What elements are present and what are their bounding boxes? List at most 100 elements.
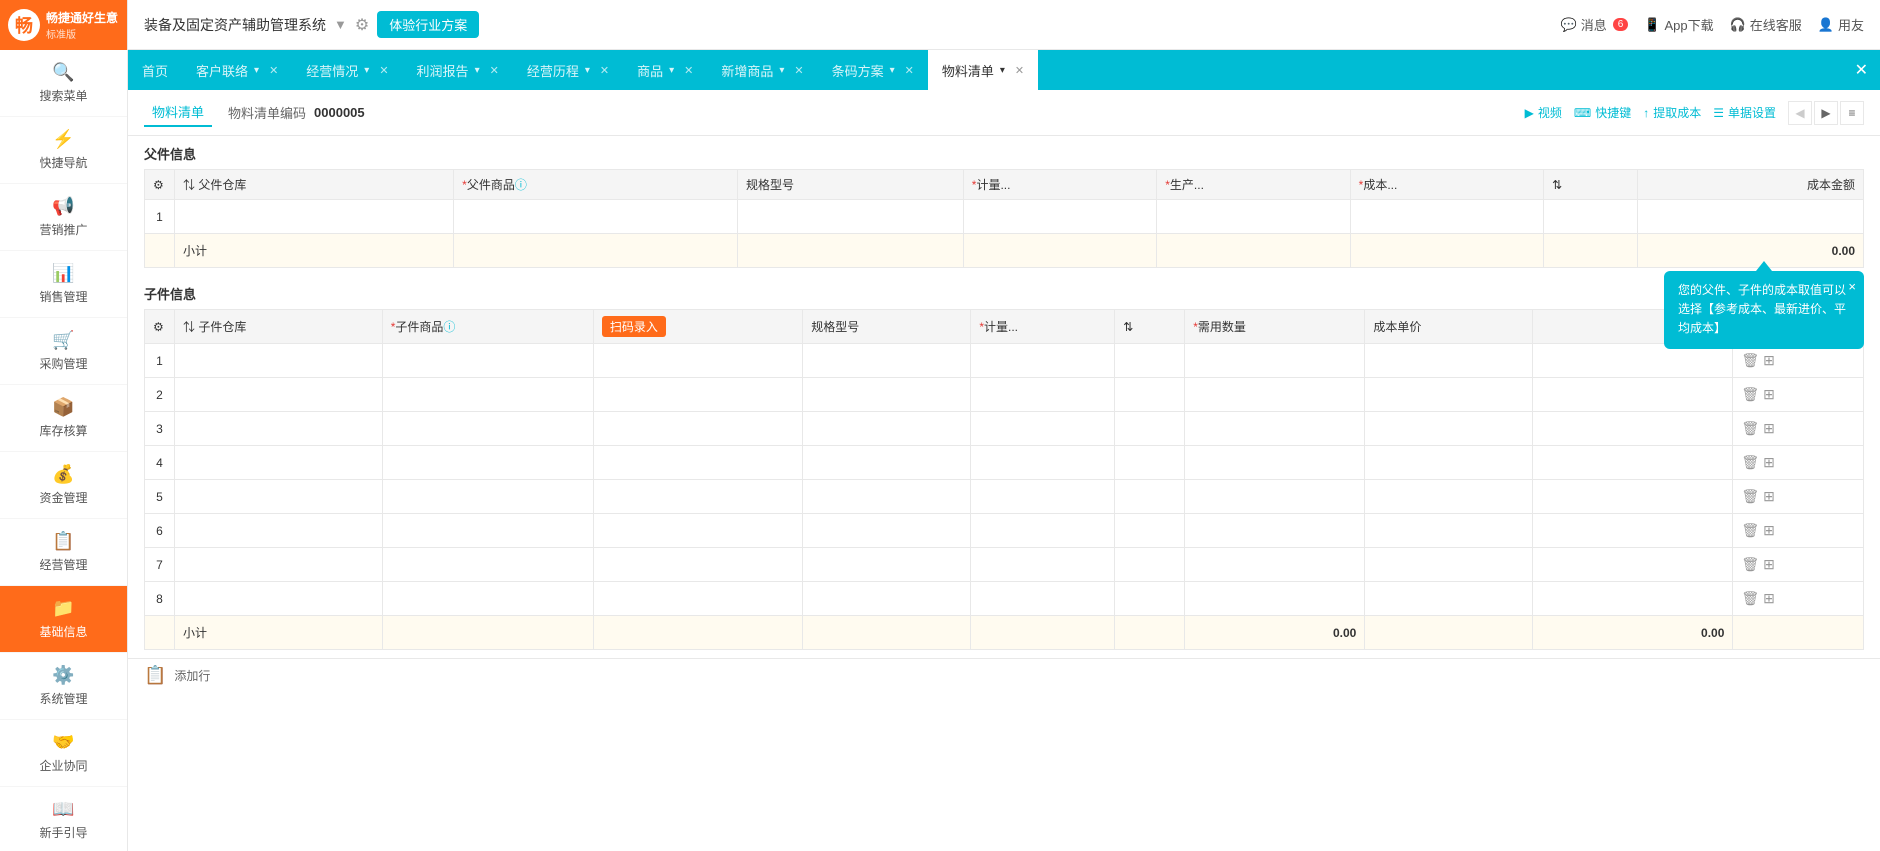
parent-row-cost[interactable] <box>1350 200 1543 234</box>
nav-prev-btn[interactable]: ◀ <box>1788 101 1812 125</box>
parent-row-spec[interactable] <box>737 200 963 234</box>
trial-button[interactable]: 体验行业方案 <box>377 11 479 38</box>
child-row-unit-cost-1[interactable] <box>1365 378 1533 412</box>
tab-close-4[interactable]: ✕ <box>600 64 609 77</box>
view-action[interactable]: ▶ 视频 <box>1525 104 1562 121</box>
child-row-spec-6[interactable] <box>803 548 971 582</box>
tab-4[interactable]: 经营历程▾✕ <box>513 50 623 90</box>
single-settings-action[interactable]: ☰ 单据设置 <box>1713 104 1776 121</box>
shortcut-action[interactable]: ⌨ 快捷键 <box>1574 104 1631 121</box>
sidebar-item-4[interactable]: 🛒采购管理 <box>0 318 127 385</box>
copy-icon-3[interactable]: ⊞ <box>1763 454 1775 471</box>
message-action[interactable]: 💬 消息 6 <box>1561 15 1629 34</box>
child-row-warehouse-4[interactable] <box>175 480 383 514</box>
child-row-quantity-3[interactable] <box>1185 446 1365 480</box>
child-row-unit-2[interactable] <box>971 412 1115 446</box>
tab-7[interactable]: 条码方案▾✕ <box>818 50 928 90</box>
child-row-spec-7[interactable] <box>803 582 971 616</box>
child-row-extra-4[interactable] <box>1115 480 1185 514</box>
extract-cost-action[interactable]: ↑ 提取成本 <box>1643 104 1701 121</box>
child-row-extra-5[interactable] <box>1115 514 1185 548</box>
child-row-extra-1[interactable] <box>1115 378 1185 412</box>
tab-close-6[interactable]: ✕ <box>794 64 803 77</box>
copy-icon-7[interactable]: ⊞ <box>1763 590 1775 607</box>
child-row-spec-0[interactable] <box>803 344 971 378</box>
sidebar-item-10[interactable]: 🤝企业协同 <box>0 720 127 787</box>
child-col-settings[interactable]: ⚙ <box>145 310 175 344</box>
sidebar-item-7[interactable]: 📋经营管理 <box>0 519 127 586</box>
child-row-unit-7[interactable] <box>971 582 1115 616</box>
child-row-quantity-6[interactable] <box>1185 548 1365 582</box>
child-row-warehouse-7[interactable] <box>175 582 383 616</box>
delete-icon-7[interactable]: 🗑 <box>1741 590 1759 607</box>
tab-close-all[interactable]: ✕ <box>1843 60 1880 80</box>
delete-icon-6[interactable]: 🗑 <box>1741 556 1759 573</box>
online-service-action[interactable]: 🎧 在线客服 <box>1730 15 1802 34</box>
child-row-extra-2[interactable] <box>1115 412 1185 446</box>
child-row-warehouse-2[interactable] <box>175 412 383 446</box>
parent-row-production[interactable] <box>1157 200 1350 234</box>
tab-close-3[interactable]: ✕ <box>490 64 499 77</box>
child-row-unit-3[interactable] <box>971 446 1115 480</box>
child-row-unit-6[interactable] <box>971 548 1115 582</box>
child-row-extra-7[interactable] <box>1115 582 1185 616</box>
sidebar-item-9[interactable]: ⚙️系统管理 <box>0 653 127 720</box>
settings-icon[interactable]: ⚙ <box>355 15 369 35</box>
child-row-quantity-4[interactable] <box>1185 480 1365 514</box>
child-row-scan-2[interactable] <box>593 412 802 446</box>
copy-icon-0[interactable]: ⊞ <box>1763 352 1775 369</box>
sidebar-item-1[interactable]: ⚡快捷导航 <box>0 117 127 184</box>
tab-close-2[interactable]: ✕ <box>379 64 388 77</box>
delete-icon-3[interactable]: 🗑 <box>1741 454 1759 471</box>
child-row-product-7[interactable] <box>382 582 593 616</box>
child-row-scan-1[interactable] <box>593 378 802 412</box>
parent-row-unit[interactable] <box>963 200 1156 234</box>
child-row-quantity-2[interactable] <box>1185 412 1365 446</box>
child-row-warehouse-0[interactable] <box>175 344 383 378</box>
child-row-quantity-7[interactable] <box>1185 582 1365 616</box>
child-row-unit-cost-2[interactable] <box>1365 412 1533 446</box>
child-row-spec-1[interactable] <box>803 378 971 412</box>
product-info-icon[interactable]: ⓘ <box>515 178 527 192</box>
delete-icon-1[interactable]: 🗑 <box>1741 386 1759 403</box>
copy-icon-6[interactable]: ⊞ <box>1763 556 1775 573</box>
sidebar-item-8[interactable]: 📁基础信息 <box>0 586 127 653</box>
child-row-unit-cost-5[interactable] <box>1365 514 1533 548</box>
copy-icon-2[interactable]: ⊞ <box>1763 420 1775 437</box>
child-row-scan-4[interactable] <box>593 480 802 514</box>
tooltip-close-button[interactable]: × <box>1848 277 1856 298</box>
dropdown-arrow-icon[interactable]: ▼ <box>334 17 347 32</box>
child-row-extra-6[interactable] <box>1115 548 1185 582</box>
child-row-unit-cost-3[interactable] <box>1365 446 1533 480</box>
parent-row-warehouse[interactable] <box>175 200 454 234</box>
tab-close-7[interactable]: ✕ <box>905 64 914 77</box>
child-row-spec-2[interactable] <box>803 412 971 446</box>
sidebar-item-6[interactable]: 💰资金管理 <box>0 452 127 519</box>
nav-menu-btn[interactable]: ≡ <box>1840 101 1864 125</box>
child-row-scan-6[interactable] <box>593 548 802 582</box>
child-row-extra-3[interactable] <box>1115 446 1185 480</box>
parent-col-settings[interactable]: ⚙ <box>145 170 175 200</box>
nav-next-btn[interactable]: ▶ <box>1814 101 1838 125</box>
copy-icon-1[interactable]: ⊞ <box>1763 386 1775 403</box>
child-row-unit-5[interactable] <box>971 514 1115 548</box>
child-row-scan-7[interactable] <box>593 582 802 616</box>
tab-1[interactable]: 客户联络▾✕ <box>182 50 292 90</box>
add-row-icon[interactable]: 📋 <box>144 665 166 686</box>
sidebar-item-11[interactable]: 📖新手引导 <box>0 787 127 851</box>
child-row-product-6[interactable] <box>382 548 593 582</box>
child-row-unit-1[interactable] <box>971 378 1115 412</box>
child-row-unit-cost-7[interactable] <box>1365 582 1533 616</box>
tab-close-1[interactable]: ✕ <box>269 64 278 77</box>
child-product-info-icon[interactable]: ⓘ <box>443 320 455 334</box>
child-row-product-5[interactable] <box>382 514 593 548</box>
app-download-action[interactable]: 📱 App下载 <box>1644 15 1713 34</box>
child-row-unit-4[interactable] <box>971 480 1115 514</box>
child-row-quantity-5[interactable] <box>1185 514 1365 548</box>
tab-6[interactable]: 新增商品▾✕ <box>707 50 817 90</box>
tab-8[interactable]: 物料清单▾✕ <box>928 50 1038 90</box>
child-row-unit-cost-0[interactable] <box>1365 344 1533 378</box>
child-row-warehouse-5[interactable] <box>175 514 383 548</box>
parent-row-product[interactable] <box>454 200 738 234</box>
tab-close-8[interactable]: ✕ <box>1015 64 1024 77</box>
